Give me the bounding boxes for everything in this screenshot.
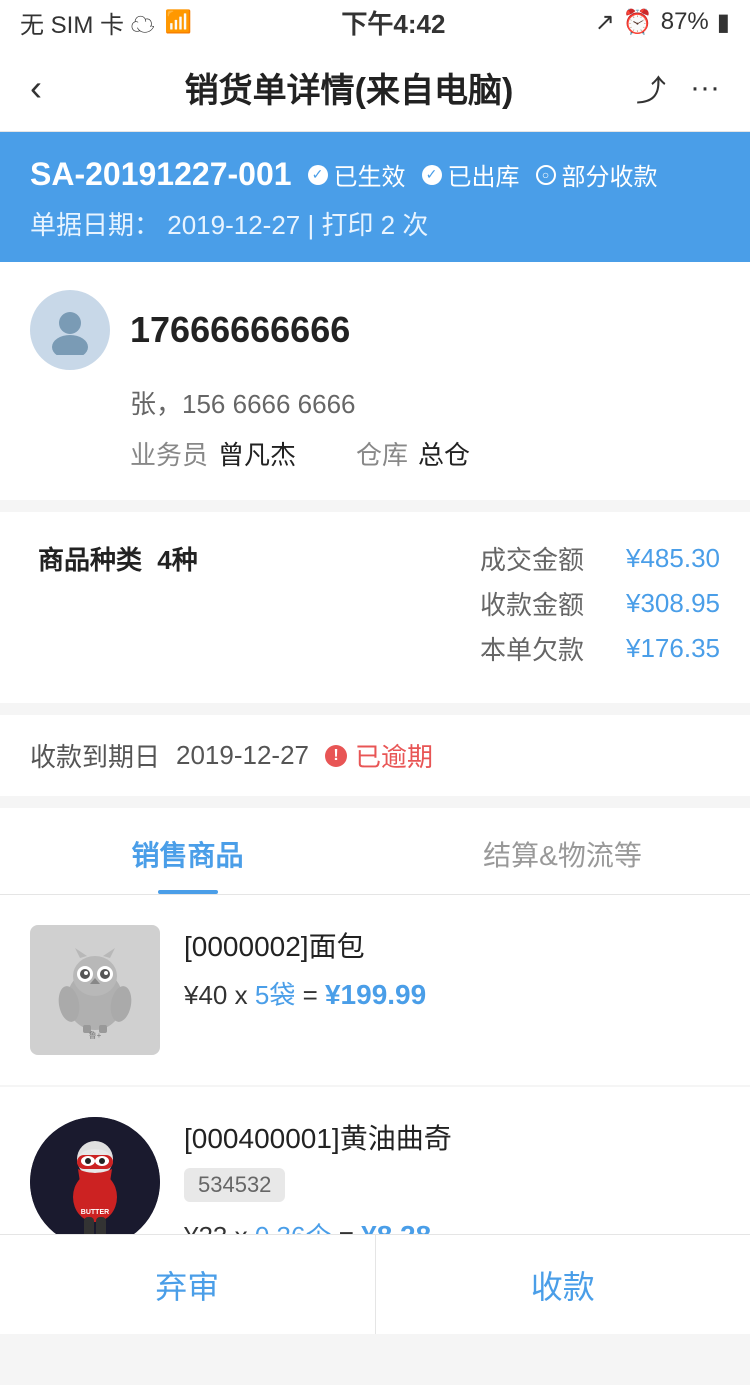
customer-section: 17666666666 张，156 6666 6666 业务员 曾凡杰 仓库 总… bbox=[0, 262, 750, 500]
status-shipped: ✓ 已出库 bbox=[422, 157, 520, 192]
warehouse-meta: 仓库 总仓 bbox=[356, 435, 470, 472]
status-effected-label: 已生效 bbox=[334, 157, 406, 192]
product-types: 商品种类 4种 bbox=[30, 540, 198, 577]
due-date-section: 收款到期日 2019-12-27 ! 已逾期 bbox=[0, 715, 750, 796]
alarm-icon: ⏰ bbox=[623, 8, 653, 37]
battery-level: 87% bbox=[661, 8, 709, 36]
clock-icon: ○ bbox=[536, 165, 556, 185]
nav-actions: ⤴ ··· bbox=[636, 66, 720, 110]
check-icon-1: ✓ bbox=[308, 165, 328, 185]
warehouse-label: 仓库 bbox=[356, 435, 408, 472]
product-name-1: [0000002]面包 bbox=[184, 925, 720, 965]
collect-payment-button[interactable]: 收款 bbox=[376, 1235, 750, 1334]
due-label: 本单欠款 bbox=[480, 630, 584, 667]
deal-label: 成交金额 bbox=[480, 540, 584, 577]
due-value: ¥176.35 bbox=[600, 633, 720, 664]
received-label: 收款金额 bbox=[480, 585, 584, 622]
price-eq-1: = bbox=[303, 980, 325, 1010]
more-button[interactable]: ··· bbox=[690, 71, 720, 105]
price-qty-1: 5袋 bbox=[255, 980, 295, 1010]
battery-icon: ▮ bbox=[717, 8, 730, 37]
status-left: 无 SIM 卡 ☁ 📶 bbox=[20, 5, 192, 40]
price-x-1: x bbox=[235, 980, 255, 1010]
share-button[interactable]: ⤴ bbox=[636, 66, 666, 110]
status-right: ↗ ⏰ 87% ▮ bbox=[595, 8, 730, 37]
banner-date-row: 单据日期： 2019-12-27 | 打印 2 次 bbox=[30, 205, 720, 242]
order-id: SA-20191227-001 bbox=[30, 156, 292, 193]
received-value: ¥308.95 bbox=[600, 588, 720, 619]
overdue-badge: ! 已逾期 bbox=[325, 737, 433, 774]
status-partial: ○ 部分收款 bbox=[536, 157, 658, 192]
tab-sales-products[interactable]: 销售商品 bbox=[0, 808, 375, 894]
product-info-1: [0000002]面包 ¥40 x 5袋 = ¥199.99 bbox=[184, 925, 720, 1012]
page-title: 销货单详情(来自电脑) bbox=[62, 63, 636, 112]
summary-right: 成交金额 ¥485.30 收款金额 ¥308.95 本单欠款 ¥176.35 bbox=[480, 540, 720, 675]
warehouse-value: 总仓 bbox=[418, 435, 470, 472]
tabs-section: 销售商品 结算&物流等 bbox=[0, 808, 750, 895]
price-base-1: ¥40 bbox=[184, 980, 227, 1010]
received-row: 收款金额 ¥308.95 bbox=[480, 585, 720, 622]
price-total-1: ¥199.99 bbox=[325, 979, 426, 1010]
bottom-bar: 弃审 收款 bbox=[0, 1234, 750, 1334]
overdue-text: 已逾期 bbox=[355, 737, 433, 774]
type-value: 4种 bbox=[157, 545, 197, 575]
svg-text:鲁+: 鲁+ bbox=[89, 1030, 102, 1040]
check-icon-2: ✓ bbox=[422, 165, 442, 185]
date-label: 单据日期： bbox=[30, 210, 160, 240]
product-thumbnail-2: BUTTER bbox=[30, 1117, 160, 1247]
location-icon: ↗ bbox=[595, 8, 615, 37]
svg-text:BUTTER: BUTTER bbox=[81, 1209, 109, 1216]
tab-settlement[interactable]: 结算&物流等 bbox=[375, 808, 750, 894]
customer-meta: 业务员 曾凡杰 仓库 总仓 bbox=[130, 435, 720, 472]
customer-contact: 张，156 6666 6666 bbox=[130, 384, 720, 421]
deal-value: ¥485.30 bbox=[600, 543, 720, 574]
overdue-icon: ! bbox=[325, 745, 347, 767]
nav-bar: ‹ 销货单详情(来自电脑) ⤴ ··· bbox=[0, 44, 750, 132]
customer-id: 17666666666 bbox=[130, 309, 350, 351]
status-effected: ✓ 已生效 bbox=[308, 157, 406, 192]
banner-row1: SA-20191227-001 ✓ 已生效 ✓ 已出库 ○ 部分收款 bbox=[30, 156, 720, 193]
deal-row: 成交金额 ¥485.30 bbox=[480, 540, 720, 577]
sales-value: 曾凡杰 bbox=[218, 435, 296, 472]
order-date: 2019-12-27 bbox=[167, 210, 300, 240]
product-name-2: [000400001]黄油曲奇 bbox=[184, 1117, 720, 1157]
summary-left: 商品种类 4种 bbox=[30, 540, 198, 577]
product-thumbnail-1: 鲁+ bbox=[30, 925, 160, 1055]
customer-row: 17666666666 bbox=[30, 290, 720, 370]
sim-status: 无 SIM 卡 ☁ bbox=[20, 5, 155, 40]
summary-section: 商品种类 4种 成交金额 ¥485.30 收款金额 ¥308.95 本单欠款 ¥… bbox=[0, 512, 750, 703]
type-label: 商品种类 bbox=[38, 545, 142, 575]
due-date-value: 2019-12-27 bbox=[176, 740, 309, 771]
sales-label: 业务员 bbox=[130, 435, 208, 472]
back-button[interactable]: ‹ bbox=[30, 67, 62, 109]
product-list: 鲁+ [0000002]面包 ¥40 x 5袋 = ¥199.99 bbox=[0, 895, 750, 1283]
sales-meta: 业务员 曾凡杰 bbox=[130, 435, 296, 472]
product-info-2: [000400001]黄油曲奇 534532 ¥23 x 0.36个 = ¥8.… bbox=[184, 1117, 720, 1253]
status-partial-label: 部分收款 bbox=[562, 157, 658, 192]
status-shipped-label: 已出库 bbox=[448, 157, 520, 192]
order-header-banner: SA-20191227-001 ✓ 已生效 ✓ 已出库 ○ 部分收款 单据日期：… bbox=[0, 132, 750, 262]
wifi-icon: 📶 bbox=[165, 9, 192, 35]
product-tag-2: 534532 bbox=[184, 1168, 285, 1202]
cancel-review-button[interactable]: 弃审 bbox=[0, 1235, 376, 1334]
status-bar: 无 SIM 卡 ☁ 📶 下午4:42 ↗ ⏰ 87% ▮ bbox=[0, 0, 750, 44]
status-time: 下午4:42 bbox=[341, 4, 445, 41]
due-row: 本单欠款 ¥176.35 bbox=[480, 630, 720, 667]
due-date-label: 收款到期日 bbox=[30, 737, 160, 774]
product-price-1: ¥40 x 5袋 = ¥199.99 bbox=[184, 975, 720, 1012]
list-item: 鲁+ [0000002]面包 ¥40 x 5袋 = ¥199.99 bbox=[0, 895, 750, 1085]
print-info: | 打印 2 次 bbox=[307, 210, 428, 240]
avatar bbox=[30, 290, 110, 370]
